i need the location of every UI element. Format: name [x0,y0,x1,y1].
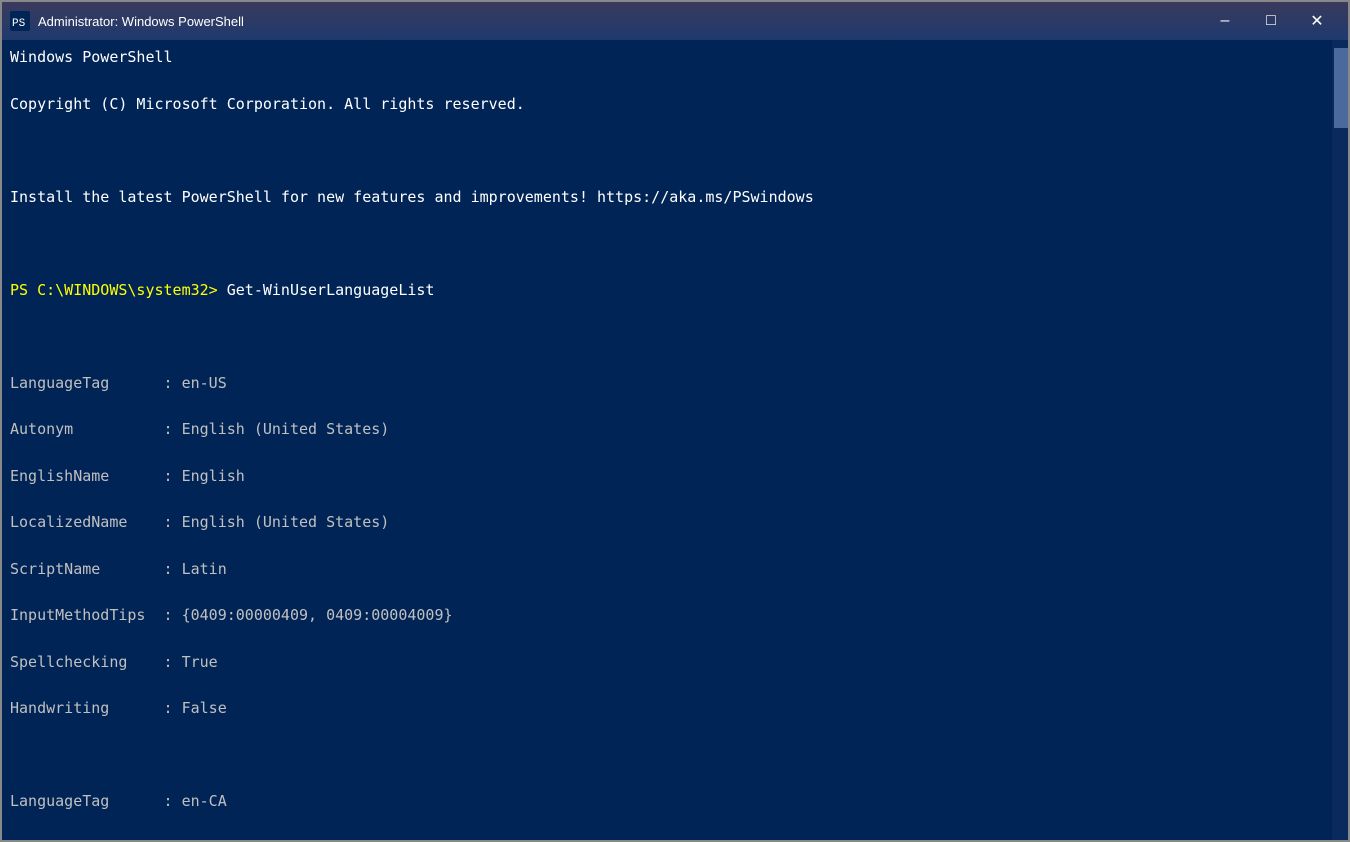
lang1-localizedname: LocalizedName : English (United States) [10,511,1340,534]
powershell-window: PS Administrator: Windows PowerShell – □… [0,0,1350,842]
intro-line-2: Copyright (C) Microsoft Corporation. All… [10,93,1340,116]
prompt-1: PS C:\WINDOWS\system32> [10,281,227,299]
lang1-autonym: Autonym : English (United States) [10,418,1340,441]
svg-text:PS: PS [12,18,26,30]
intro-line-1: Windows PowerShell [10,46,1340,69]
cmd1-line: PS C:\WINDOWS\system32> Get-WinUserLangu… [10,279,1340,302]
lang1-scriptname: ScriptName : Latin [10,558,1340,581]
powershell-icon: PS [10,11,30,31]
lang1-spellchecking: Spellchecking : True [10,651,1340,674]
window-title: Administrator: Windows PowerShell [38,14,1202,29]
minimize-button[interactable]: – [1202,2,1248,40]
intro-line-3: Install the latest PowerShell for new fe… [10,186,1340,209]
close-button[interactable]: ✕ [1294,2,1340,40]
cmd1-text: Get-WinUserLanguageList [227,281,435,299]
lang1-handwriting: Handwriting : False [10,697,1340,720]
lang1-englishname: EnglishName : English [10,465,1340,488]
maximize-button[interactable]: □ [1248,2,1294,40]
lang1-inputmethod: InputMethodTips : {0409:00000409, 0409:0… [10,604,1340,627]
terminal-content: Windows PowerShell Copyright (C) Microso… [10,46,1340,840]
lang2-autonym: Autonym : English (Canada) [10,837,1340,841]
lang2-tag: LanguageTag : en-CA [10,790,1340,813]
scrollbar-thumb[interactable] [1334,48,1348,128]
titlebar: PS Administrator: Windows PowerShell – □… [2,2,1348,40]
terminal-body[interactable]: Windows PowerShell Copyright (C) Microso… [2,40,1348,840]
lang1-tag: LanguageTag : en-US [10,372,1340,395]
window-controls: – □ ✕ [1202,2,1340,40]
scrollbar[interactable] [1332,40,1348,840]
